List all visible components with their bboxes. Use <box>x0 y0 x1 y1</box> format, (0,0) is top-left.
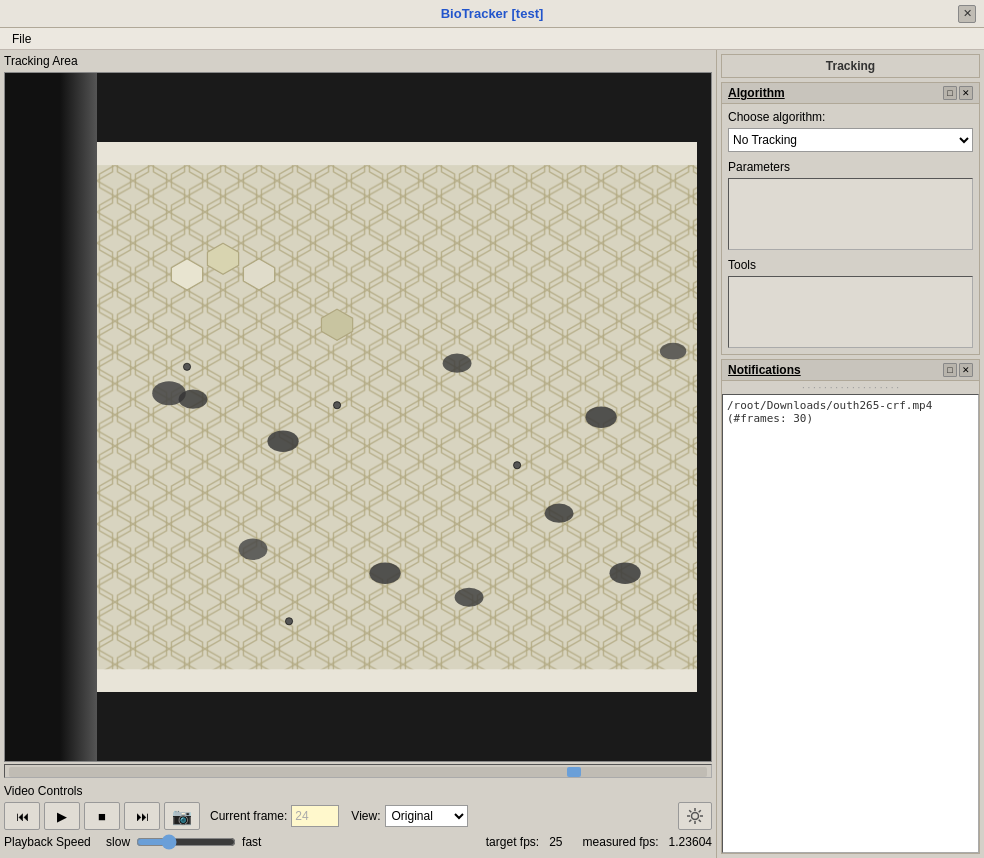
menu-bar: File <box>0 28 984 50</box>
parameters-label-container: Parameters <box>728 160 973 250</box>
algorithm-restore-btn[interactable]: □ <box>943 86 957 100</box>
choose-algorithm-label: Choose algorithm: <box>728 110 973 124</box>
svg-point-18 <box>238 538 267 560</box>
algorithm-icons: □ ✕ <box>943 86 973 100</box>
notifications-content: /root/Downloads/outh265-crf.mp4 (#frames… <box>727 399 974 425</box>
svg-point-13 <box>585 406 616 428</box>
notifications-close-btn[interactable]: ✕ <box>959 363 973 377</box>
svg-point-11 <box>267 430 298 452</box>
algorithm-section: Algorithm □ ✕ Choose algorithm: No Track… <box>721 82 980 355</box>
svg-line-31 <box>699 810 701 812</box>
gear-icon <box>685 806 705 826</box>
notifications-section: Notifications □ ✕ · · · · · · · · · · · … <box>721 359 980 854</box>
notifications-title: Notifications <box>728 363 801 377</box>
video-controls-label: Video Controls <box>4 784 712 798</box>
divider-dots: · · · · · · · · · · · · · · · · · · <box>722 381 979 394</box>
settings-button[interactable] <box>678 802 712 830</box>
honeycomb-area <box>97 142 697 692</box>
parameters-area <box>728 178 973 250</box>
svg-line-29 <box>689 810 691 812</box>
play-button[interactable]: ▶ <box>44 802 80 830</box>
svg-line-32 <box>689 820 691 822</box>
tools-area <box>728 276 973 348</box>
algorithm-close-btn[interactable]: ✕ <box>959 86 973 100</box>
target-fps-value: 25 <box>549 835 562 849</box>
svg-point-23 <box>285 617 292 624</box>
svg-point-17 <box>609 562 640 584</box>
slow-label: slow <box>106 835 130 849</box>
measured-fps-value: 1.23604 <box>669 835 712 849</box>
close-button[interactable]: ✕ <box>958 5 976 23</box>
svg-point-10 <box>178 389 207 408</box>
skip-forward-button[interactable]: ⏭ <box>124 802 160 830</box>
main-layout: Tracking Area <box>0 50 984 858</box>
skip-back-button[interactable]: ⏮ <box>4 802 40 830</box>
snapshot-button[interactable]: 📷 <box>164 802 200 830</box>
algorithm-header: Algorithm □ ✕ <box>722 83 979 104</box>
tools-label: Tools <box>728 258 973 272</box>
algorithm-body: Choose algorithm: No Tracking Algorithm … <box>722 104 979 354</box>
video-frame <box>5 73 711 761</box>
fast-label: fast <box>242 835 261 849</box>
svg-point-19 <box>660 343 686 360</box>
video-container <box>4 72 712 762</box>
algorithm-title: Algorithm <box>728 86 785 100</box>
svg-point-15 <box>369 562 400 584</box>
svg-point-20 <box>183 363 190 370</box>
window-title: BioTracker [test] <box>441 6 544 21</box>
notifications-header: Notifications □ ✕ <box>722 360 979 381</box>
tracking-section: Tracking <box>721 54 980 78</box>
speed-slider[interactable] <box>136 834 236 850</box>
playback-row: Playback Speed slow fast target fps: 25 … <box>4 834 712 850</box>
stop-button[interactable]: ■ <box>84 802 120 830</box>
current-frame-label: Current frame: <box>210 809 287 823</box>
target-fps-label: target fps: <box>486 835 539 849</box>
dark-side <box>5 73 97 761</box>
view-select[interactable]: Original Processed <box>385 805 468 827</box>
current-frame-input[interactable] <box>291 805 339 827</box>
right-panel: Tracking Algorithm □ ✕ Choose algorithm:… <box>716 50 984 858</box>
svg-point-12 <box>442 353 471 372</box>
notifications-restore-btn[interactable]: □ <box>943 363 957 377</box>
svg-point-16 <box>454 587 483 606</box>
controls-row: ⏮ ▶ ■ ⏭ 📷 Current frame: View: Original … <box>4 802 712 830</box>
tools-label-container: Tools <box>728 258 973 348</box>
view-label: View: <box>351 809 380 823</box>
scrollbar-track <box>9 767 707 777</box>
video-controls-section: Video Controls ⏮ ▶ ■ ⏭ 📷 Current frame: … <box>4 780 712 854</box>
svg-point-14 <box>544 503 573 522</box>
svg-line-30 <box>699 820 701 822</box>
title-bar: BioTracker [test] ✕ <box>0 0 984 28</box>
svg-point-24 <box>692 813 699 820</box>
algorithm-select[interactable]: No Tracking Algorithm 1 Algorithm 2 <box>728 128 973 152</box>
left-panel: Tracking Area <box>0 50 716 858</box>
scrollbar-thumb[interactable] <box>567 767 581 777</box>
svg-point-22 <box>513 461 520 468</box>
honeycomb-svg <box>97 142 697 692</box>
fps-info: target fps: 25 measured fps: 1.23604 <box>486 835 712 849</box>
tracking-label: Tracking <box>826 59 875 73</box>
notifications-body: /root/Downloads/outh265-crf.mp4 (#frames… <box>722 394 979 853</box>
menu-file[interactable]: File <box>4 30 39 48</box>
playback-speed-label: Playback Speed <box>4 835 91 849</box>
video-scrollbar[interactable] <box>4 764 712 778</box>
svg-point-21 <box>333 401 340 408</box>
notifications-icons: □ ✕ <box>943 363 973 377</box>
measured-fps-label: measured fps: <box>583 835 659 849</box>
tracking-area-label: Tracking Area <box>4 54 712 68</box>
parameters-label: Parameters <box>728 160 973 174</box>
